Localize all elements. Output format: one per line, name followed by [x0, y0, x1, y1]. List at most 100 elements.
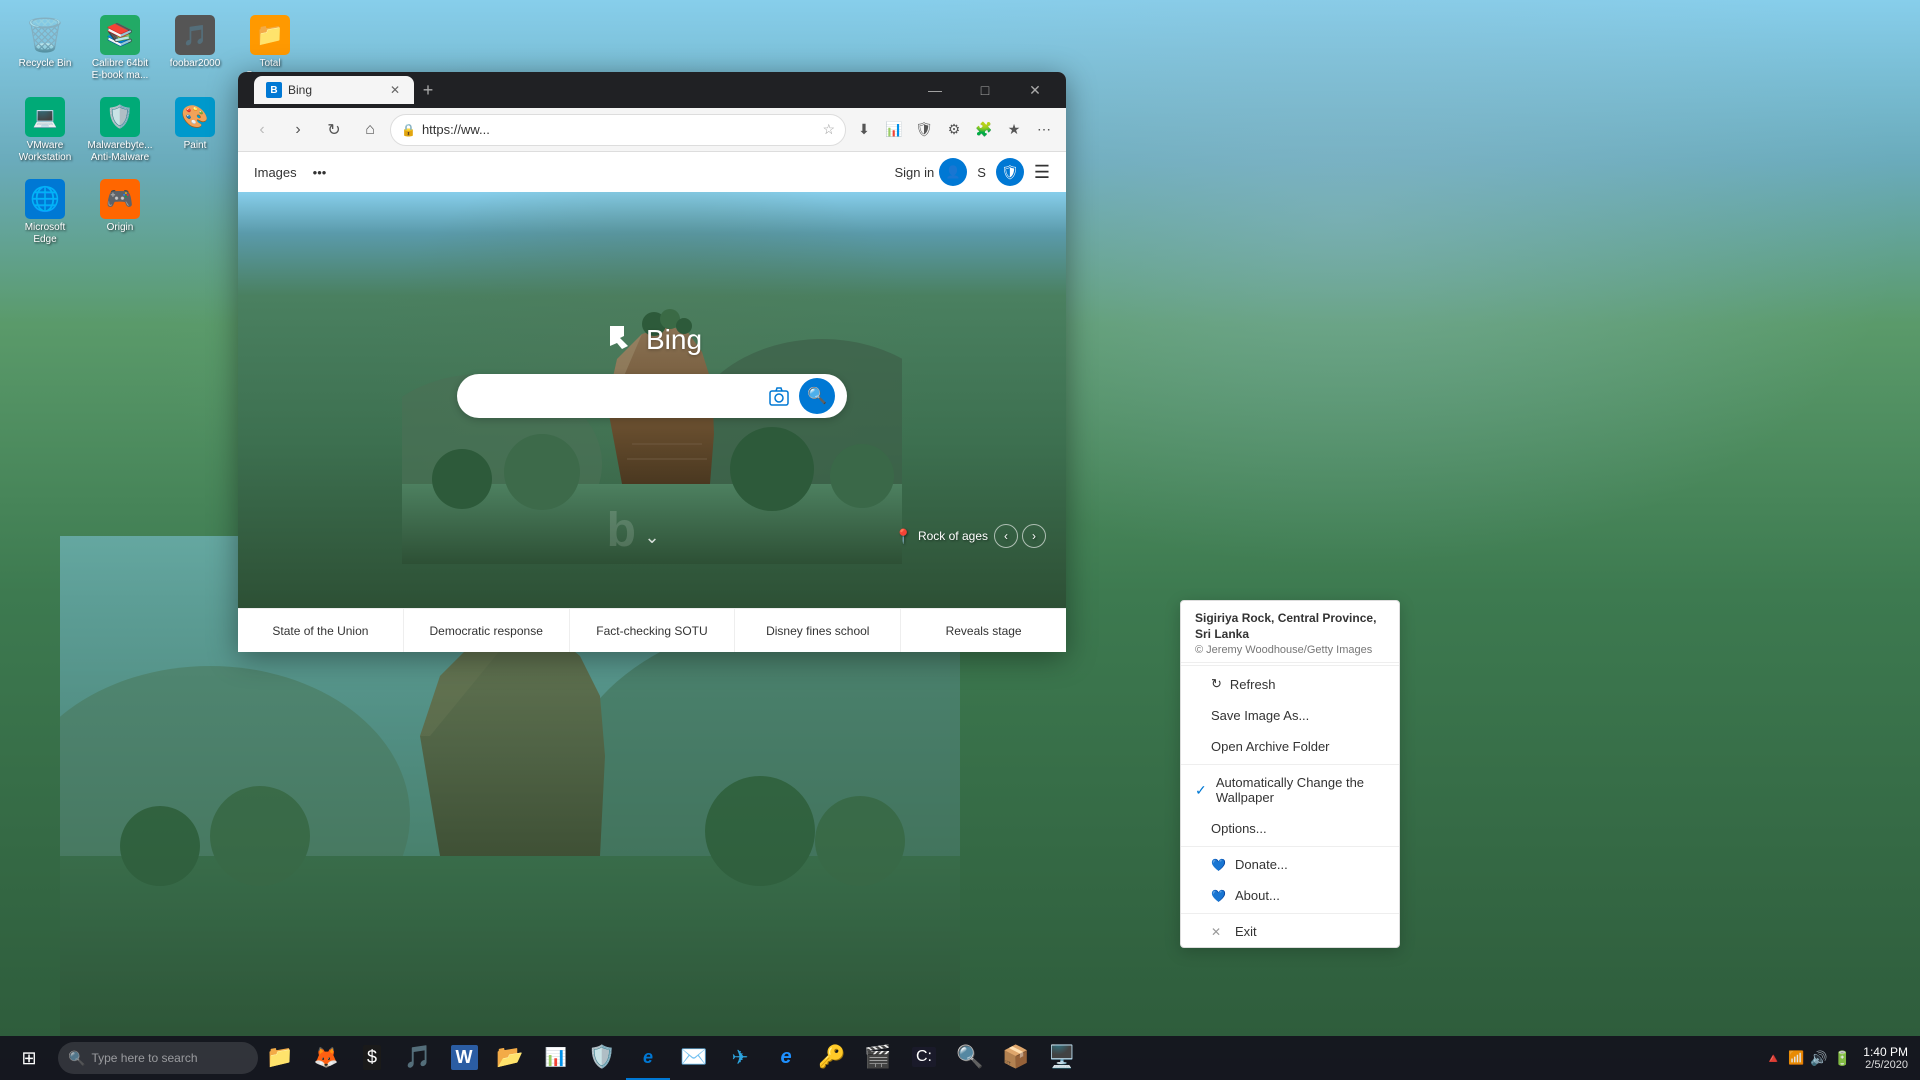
- location-info: 📍 Rock of ages ‹ ›: [895, 524, 1046, 548]
- taskbar-search[interactable]: 🔍 Type here to search: [58, 1042, 258, 1074]
- more-icon[interactable]: ⋯: [1030, 116, 1058, 144]
- taskbar-app-shield[interactable]: 🛡️: [580, 1036, 624, 1080]
- location-text: Rock of ages: [918, 529, 988, 543]
- forward-button[interactable]: ›: [282, 114, 314, 146]
- maximize-button[interactable]: □: [962, 74, 1008, 106]
- taskbar-app-pkg[interactable]: 📦: [994, 1036, 1038, 1080]
- context-separator-4: [1181, 913, 1399, 914]
- taskbar-app-media[interactable]: 🎬: [856, 1036, 900, 1080]
- taskbar-app-key[interactable]: 🔑: [810, 1036, 854, 1080]
- taskbar-app-edge[interactable]: e: [626, 1036, 670, 1080]
- taskbar-app-cmd[interactable]: C:: [902, 1036, 946, 1080]
- visual-search-button[interactable]: [763, 380, 795, 412]
- desktop-icon-origin[interactable]: 🎮 Origin: [85, 174, 155, 251]
- refresh-button[interactable]: ↻: [318, 114, 350, 146]
- news-item-5[interactable]: Reveals stage: [901, 609, 1066, 652]
- news-item-2[interactable]: Democratic response: [404, 609, 570, 652]
- context-options[interactable]: Options...: [1181, 813, 1399, 844]
- address-text: https://ww...: [422, 122, 816, 137]
- prev-image-button[interactable]: ‹: [994, 524, 1018, 548]
- desktop-icon-paint[interactable]: 🎨 Paint: [160, 92, 230, 169]
- scroll-down-button[interactable]: ⌄: [644, 527, 659, 548]
- browser-titlebar: B Bing ✕ + — □ ✕: [238, 72, 1066, 108]
- about-icon: 💙: [1211, 889, 1227, 903]
- tab-bing[interactable]: B Bing ✕: [254, 76, 414, 104]
- start-button[interactable]: ⊞: [4, 1036, 54, 1080]
- taskbar-app-word[interactable]: W: [442, 1036, 486, 1080]
- context-donate[interactable]: 💙 Donate...: [1181, 849, 1399, 880]
- minimize-button[interactable]: —: [912, 74, 958, 106]
- shield-icon[interactable]: 🛡: [910, 116, 938, 144]
- taskbar-app-mail[interactable]: ✉️: [672, 1036, 716, 1080]
- next-image-button[interactable]: ›: [1022, 524, 1046, 548]
- tray-battery[interactable]: 🔋: [1834, 1050, 1851, 1067]
- context-refresh[interactable]: ↻ Refresh: [1181, 668, 1399, 700]
- taskbar-app-desktop[interactable]: 🖥️: [1040, 1036, 1084, 1080]
- user-avatar: 👤: [939, 158, 967, 186]
- back-button[interactable]: ‹: [246, 114, 278, 146]
- taskbar-app-file-explorer[interactable]: 📁: [258, 1036, 302, 1080]
- context-exit[interactable]: ✕ Exit: [1181, 916, 1399, 947]
- tray-wifi[interactable]: 📶: [1788, 1050, 1804, 1066]
- bing-search-area: Bing 🔍: [457, 322, 847, 418]
- bing-search-input[interactable]: [469, 387, 763, 405]
- tab-title: Bing: [288, 83, 382, 97]
- context-save-image[interactable]: Save Image As...: [1181, 700, 1399, 731]
- news-item-1[interactable]: State of the Union: [238, 609, 404, 652]
- bing-nav-images[interactable]: Images: [254, 163, 297, 182]
- desktop-icon-vmware[interactable]: 💻 VMware Workstation: [10, 92, 80, 169]
- desktop-icon-foobar[interactable]: 🎵 foobar2000: [160, 10, 230, 87]
- address-star-icon[interactable]: ☆: [822, 121, 835, 138]
- tray-up-arrow[interactable]: 🔺: [1765, 1050, 1782, 1067]
- context-separator-1: [1181, 665, 1399, 666]
- news-item-4[interactable]: Disney fines school: [735, 609, 901, 652]
- taskbar-app-taskmanager[interactable]: 📊: [534, 1036, 578, 1080]
- clock-time: 1:40 PM: [1863, 1045, 1908, 1059]
- bing-watermark: b: [607, 503, 636, 558]
- donate-icon: 💙: [1211, 858, 1227, 872]
- close-button[interactable]: ✕: [1012, 74, 1058, 106]
- taskbar-apps: 📁 🦊 $ 🎵 W 📂 📊 🛡️ e: [258, 1036, 1084, 1080]
- settings-icon[interactable]: ⚙: [940, 116, 968, 144]
- readinglist-icon[interactable]: 📊: [880, 116, 908, 144]
- taskbar-app-ie[interactable]: e: [764, 1036, 808, 1080]
- tab-bar: B Bing ✕ +: [246, 76, 904, 104]
- desktop-icon-malwarebytes[interactable]: 🛡️ Malwarebyte... Anti-Malware: [85, 92, 155, 169]
- news-bar: State of the Union Democratic response F…: [238, 608, 1066, 652]
- bing-shield-button[interactable]: 🛡: [996, 158, 1024, 186]
- taskbar-app-terminal[interactable]: $: [350, 1036, 394, 1080]
- system-tray: 🔺 📶 🔊 🔋: [1765, 1050, 1852, 1067]
- taskbar: ⊞ 🔍 Type here to search 📁 🦊 $ 🎵 W 📂: [0, 1036, 1920, 1080]
- tab-close-button[interactable]: ✕: [388, 83, 402, 97]
- tray-volume[interactable]: 🔊: [1810, 1050, 1827, 1067]
- fav-icon[interactable]: ★: [1000, 116, 1028, 144]
- new-tab-button[interactable]: +: [414, 76, 442, 104]
- home-button[interactable]: ⌂: [354, 114, 386, 146]
- browser-toolbar: ‹ › ↻ ⌂ 🔒 https://ww... ☆ ⬇ 📊 🛡 ⚙ 🧩 ★ ⋯: [238, 108, 1066, 152]
- bing-nav-more[interactable]: •••: [313, 163, 327, 182]
- taskbar-app-firefox[interactable]: 🦊: [304, 1036, 348, 1080]
- context-menu: Sigiriya Rock, Central Province, Sri Lan…: [1180, 600, 1400, 948]
- search-button[interactable]: 🔍: [799, 378, 835, 414]
- desktop-icon-recycle-bin[interactable]: 🗑️ Recycle Bin: [10, 10, 80, 87]
- sign-in-button[interactable]: Sign in 👤: [894, 158, 967, 186]
- download-icon[interactable]: ⬇: [850, 116, 878, 144]
- address-bar[interactable]: 🔒 https://ww... ☆: [390, 114, 846, 146]
- taskbar-app-telegram[interactable]: ✈: [718, 1036, 762, 1080]
- bing-menu-button[interactable]: ☰: [1034, 162, 1050, 183]
- taskbar-app-search[interactable]: 🔍: [948, 1036, 992, 1080]
- extensions-icon[interactable]: 🧩: [970, 116, 998, 144]
- context-about[interactable]: 💙 About...: [1181, 880, 1399, 911]
- taskbar-app-folder2[interactable]: 📂: [488, 1036, 532, 1080]
- desktop-icon-calibre[interactable]: 📚 Calibre 64bit E-book ma...: [85, 10, 155, 87]
- desktop-icon-msedge[interactable]: 🌐 Microsoft Edge: [10, 174, 80, 251]
- news-item-3[interactable]: Fact-checking SOTU: [570, 609, 736, 652]
- bing-search-box[interactable]: 🔍: [457, 374, 847, 418]
- taskbar-clock[interactable]: 1:40 PM 2/5/2020: [1863, 1045, 1908, 1071]
- window-controls: — □ ✕: [912, 74, 1058, 106]
- context-auto-wallpaper[interactable]: Automatically Change the Wallpaper: [1181, 767, 1399, 813]
- taskbar-search-icon: 🔍: [68, 1050, 85, 1067]
- taskbar-app-music[interactable]: 🎵: [396, 1036, 440, 1080]
- context-open-archive[interactable]: Open Archive Folder: [1181, 731, 1399, 762]
- bing-navbar: Images ••• Sign in 👤 S 🛡 ☰: [238, 152, 1066, 192]
